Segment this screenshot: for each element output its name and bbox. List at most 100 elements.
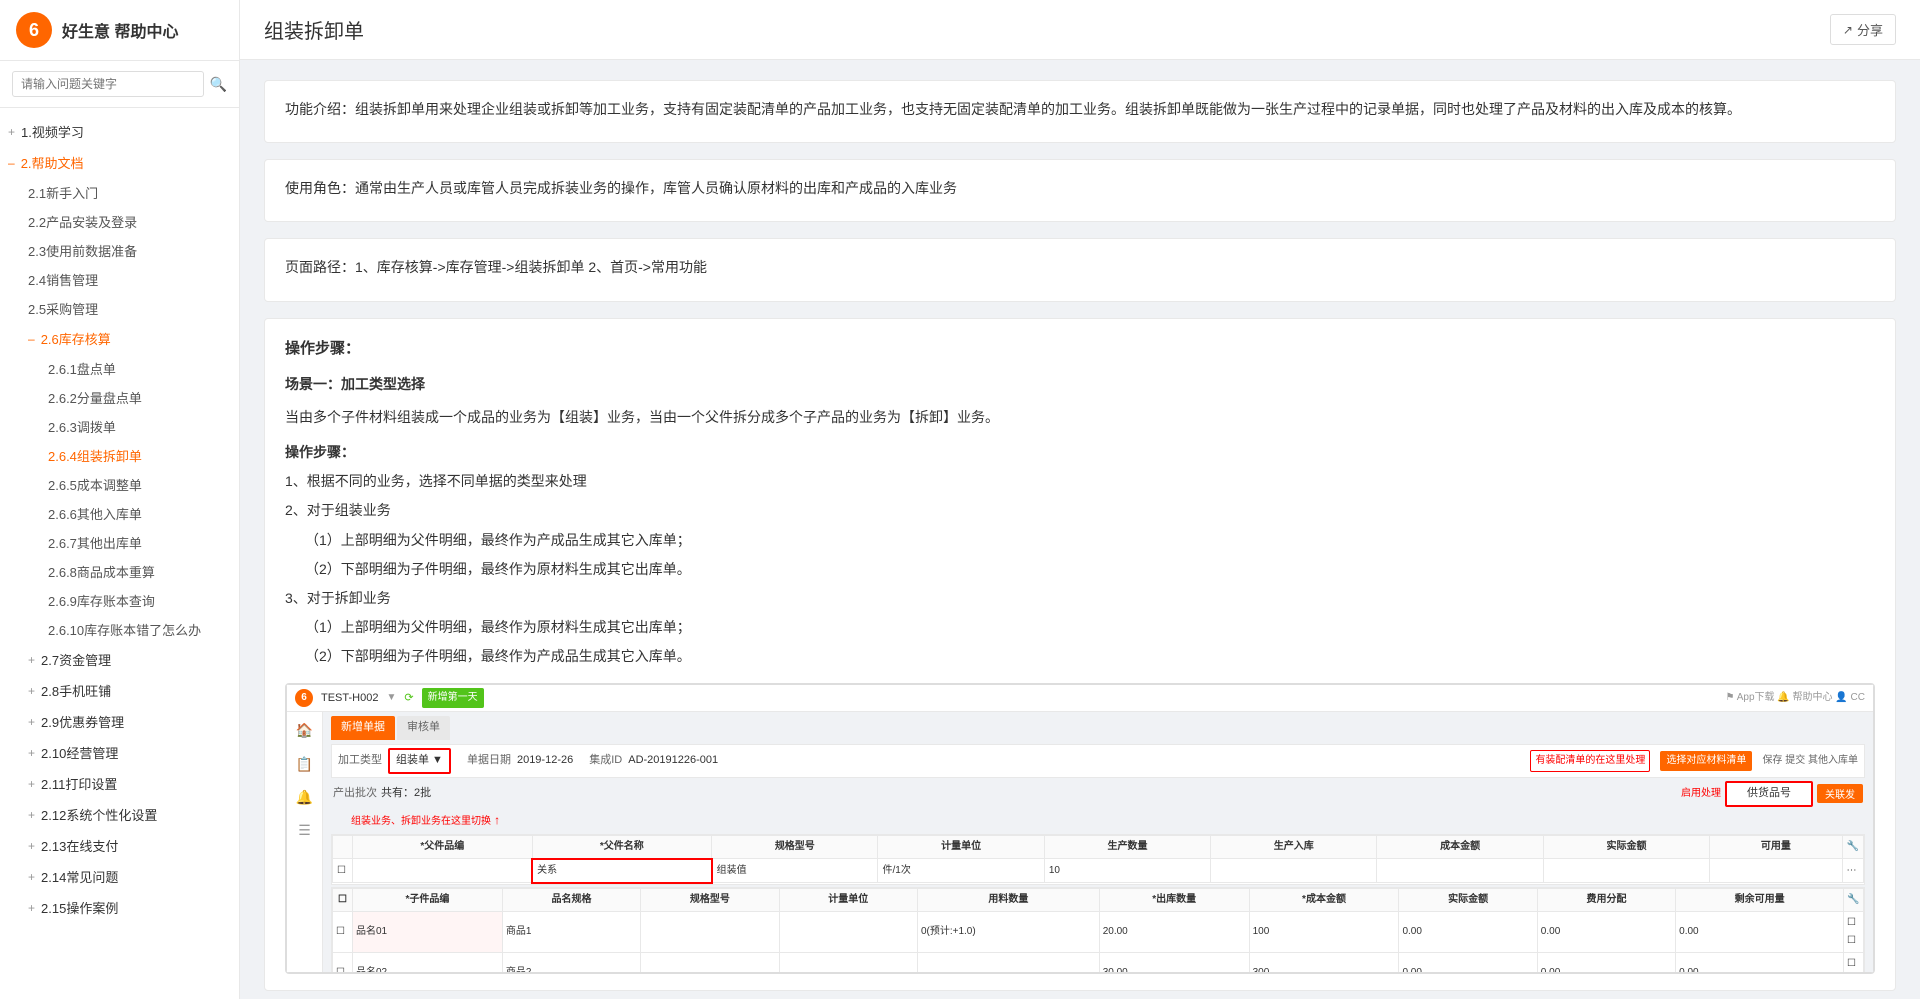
sidebar-item-label: 2.11打印设置 bbox=[41, 774, 117, 793]
sidebar-item-2.6.5[interactable]: 2.6.5成本调整单 bbox=[40, 470, 239, 499]
mock-company: TEST-H002 bbox=[321, 689, 378, 709]
sidebar-item-2.6.7[interactable]: 2.6.7其他出库单 bbox=[40, 528, 239, 557]
collapse-icon: – bbox=[8, 156, 15, 170]
sidebar-item-2.10[interactable]: + 2.10经营管理 bbox=[20, 737, 239, 768]
main-area: 组装拆卸单 ↗ 分享 功能介绍：组装拆卸单用来处理企业组装或拆卸等加工业务，支持… bbox=[240, 0, 1920, 999]
mock-th-parent-code: *父件品编 bbox=[353, 835, 533, 859]
sidebar-item-2.6.10[interactable]: 2.6.10库存账本错了怎么办 bbox=[40, 615, 239, 644]
mock-btd-op2: ☐ ☐ bbox=[1844, 952, 1864, 972]
mock-logo: 6 bbox=[295, 689, 313, 707]
sidebar-item-2.5[interactable]: 2.5采购管理 bbox=[20, 294, 239, 323]
mock-type-label: 加工类型 bbox=[338, 751, 382, 771]
app-title: 好生意 帮助中心 bbox=[62, 18, 178, 42]
steps-title: 操作步骤： bbox=[285, 335, 1875, 362]
sidebar-item-2.6.3[interactable]: 2.6.3调拨单 bbox=[40, 412, 239, 441]
mock-td-avail bbox=[1710, 859, 1842, 883]
search-input[interactable] bbox=[12, 71, 204, 97]
sidebar-item-2.9[interactable]: + 2.9优惠券管理 bbox=[20, 706, 239, 737]
sidebar-item-2.3[interactable]: 2.3使用前数据准备 bbox=[20, 236, 239, 265]
sidebar-nav: + 1.视频学习 – 2.帮助文档 2.1新手入门 2.2产品安装及登录 2.3… bbox=[0, 108, 239, 999]
mock-btd-out2: 30.00 bbox=[1099, 952, 1249, 972]
steps-card: 操作步骤： 场景一：加工类型选择 当由多个子件材料组装成一个成品的业务为【组装】… bbox=[264, 318, 1896, 992]
mock-td-spec: 组装值 bbox=[712, 859, 878, 883]
mock-th-cost: 成本金额 bbox=[1377, 835, 1543, 859]
mock-btd-spec1 bbox=[641, 911, 779, 952]
sidebar-item-2.8[interactable]: + 2.8手机旺铺 bbox=[20, 675, 239, 706]
sidebar-item-label: 2.7资金管理 bbox=[41, 650, 111, 669]
mock-th-unit: 计量单位 bbox=[878, 835, 1044, 859]
sidebar-item-2.12[interactable]: + 2.12系统个性化设置 bbox=[20, 799, 239, 830]
sidebar-item-label: 2.6库存核算 bbox=[41, 329, 111, 348]
mock-tab-new[interactable]: 新增单据 bbox=[331, 716, 395, 740]
mock-bth-alloc: 费用分配 bbox=[1537, 888, 1675, 911]
annotation1-text: 有装配清单的在这里处理 bbox=[1530, 750, 1650, 772]
mock-bth-useqty: 用料数量 bbox=[917, 888, 1099, 911]
annotation2-arrow: ↑ bbox=[494, 813, 500, 827]
sidebar-item-2.6.9[interactable]: 2.6.9库存账本查询 bbox=[40, 586, 239, 615]
main-header: 组装拆卸单 ↗ 分享 bbox=[240, 0, 1920, 60]
mock-type-value[interactable]: 组装单 ▼ bbox=[388, 748, 451, 774]
mock-supply-input[interactable]: 供货品号 bbox=[1725, 781, 1813, 807]
mock-tabs-row: 新增单据 审核单 bbox=[331, 716, 1865, 740]
sidebar-item-label: 2.帮助文档 bbox=[21, 153, 84, 172]
step2-1: （1）上部明细为父件明细，最终作为产成品生成其它入库单； bbox=[305, 528, 1875, 553]
mock-refresh-icon: ⟳ bbox=[404, 689, 413, 709]
step2: 2、对于组装业务 bbox=[285, 498, 1875, 523]
mock-btd-cost2: 300 bbox=[1249, 952, 1399, 972]
mock-date-label: 单据日期 bbox=[467, 751, 511, 771]
page-title: 组装拆卸单 bbox=[264, 15, 364, 44]
sidebar-item-2.6.8[interactable]: 2.6.8商品成本重算 bbox=[40, 557, 239, 586]
sidebar-item-docs[interactable]: – 2.帮助文档 bbox=[0, 147, 239, 178]
step3-2: （2）下部明细为子件明细，最终作为产成品生成其它入库单。 bbox=[305, 644, 1875, 669]
mock-brow-2: ☐ 品名02 商品2 30.00 300 bbox=[333, 952, 1864, 972]
mock-btd-spec2 bbox=[641, 952, 779, 972]
mock-ok-btn[interactable]: 关联发 bbox=[1817, 784, 1863, 803]
sidebar-header: 6 好生意 帮助中心 bbox=[0, 0, 239, 61]
mock-orderid-label: 集成ID bbox=[589, 751, 622, 771]
mock-btd-actual2: 0.00 bbox=[1399, 952, 1537, 972]
search-icon[interactable]: 🔍 bbox=[210, 76, 227, 93]
sidebar-item-2.6.4[interactable]: 2.6.4组装拆卸单 bbox=[40, 441, 239, 470]
sidebar-item-2.1[interactable]: 2.1新手入门 bbox=[20, 178, 239, 207]
sidebar-item-2.6.6[interactable]: 2.6.6其他入库单 bbox=[40, 499, 239, 528]
share-button[interactable]: ↗ 分享 bbox=[1830, 14, 1896, 45]
mock-td-costamt bbox=[1377, 859, 1543, 883]
mock-th-actual: 实际金额 bbox=[1543, 835, 1709, 859]
annotation3-text: 启用处理 bbox=[1681, 785, 1721, 803]
role-card: 使用角色：通常由生产人员或库管人员完成拆装业务的操作，库管人员确认原材料的出库和… bbox=[264, 159, 1896, 222]
mock-th-spec: 规格型号 bbox=[712, 835, 878, 859]
sidebar-item-2.11[interactable]: + 2.11打印设置 bbox=[20, 768, 239, 799]
mock-date-value: 2019-12-26 bbox=[517, 751, 573, 771]
mock-bth-unit: 计量单位 bbox=[779, 888, 917, 911]
mock-bth-code: *子件品编 bbox=[353, 888, 503, 911]
sidebar-item-2.13[interactable]: + 2.13在线支付 bbox=[20, 830, 239, 861]
main-content: 功能介绍：组装拆卸单用来处理企业组装或拆卸等加工业务，支持有固定装配清单的产品加… bbox=[240, 60, 1920, 999]
sidebar-item-2.14[interactable]: + 2.14常见问题 bbox=[20, 861, 239, 892]
path-card: 页面路径：1、库存核算->库存管理->组装拆卸单 2、首页->常用功能 bbox=[264, 238, 1896, 301]
sidebar-item-2.4[interactable]: 2.4销售管理 bbox=[20, 265, 239, 294]
mock-nav-icon-list: ☰ bbox=[298, 818, 311, 843]
mock-brow-1: ☐ 品名01 商品1 0(预计:+1.0) 20.00 100 bbox=[333, 911, 1864, 952]
mock-bth-costamt: *成本金额 bbox=[1249, 888, 1399, 911]
feature-text: 功能介绍：组装拆卸单用来处理企业组装或拆卸等加工业务，支持有固定装配清单的产品加… bbox=[285, 97, 1875, 122]
step3: 3、对于拆卸业务 bbox=[285, 586, 1875, 611]
mock-btd-use2 bbox=[917, 952, 1099, 972]
mock-dropdown: ▼ bbox=[386, 689, 396, 707]
sidebar-item-2.6.2[interactable]: 2.6.2分量盘点单 bbox=[40, 383, 239, 412]
app-logo: 6 bbox=[16, 12, 52, 48]
sidebar-sub-docs: 2.1新手入门 2.2产品安装及登录 2.3使用前数据准备 2.4销售管理 2.… bbox=[0, 178, 239, 923]
mock-summary-label1: 产出批次 bbox=[333, 784, 377, 804]
sidebar-item-video[interactable]: + 1.视频学习 bbox=[0, 116, 239, 147]
sidebar-item-label: 2.13在线支付 bbox=[41, 836, 118, 855]
mock-bth-check: ☐ bbox=[333, 888, 353, 911]
mock-select-btn[interactable]: 选择对应材料清单 bbox=[1660, 751, 1752, 771]
mock-tab-audit[interactable]: 审核单 bbox=[397, 716, 450, 740]
mock-bth-op: 🔧 bbox=[1844, 888, 1864, 911]
sidebar-sub-2.6: 2.6.1盘点单 2.6.2分量盘点单 2.6.3调拨单 2.6.4组装拆卸单 … bbox=[20, 354, 239, 644]
sidebar-item-2.6[interactable]: – 2.6库存核算 bbox=[20, 323, 239, 354]
sidebar-item-2.2[interactable]: 2.2产品安装及登录 bbox=[20, 207, 239, 236]
sidebar-item-2.7[interactable]: + 2.7资金管理 bbox=[20, 644, 239, 675]
mock-th-parent-name: *父件名称 bbox=[532, 835, 712, 859]
sidebar-item-2.15[interactable]: + 2.15操作案例 bbox=[20, 892, 239, 923]
sidebar-item-2.6.1[interactable]: 2.6.1盘点单 bbox=[40, 354, 239, 383]
